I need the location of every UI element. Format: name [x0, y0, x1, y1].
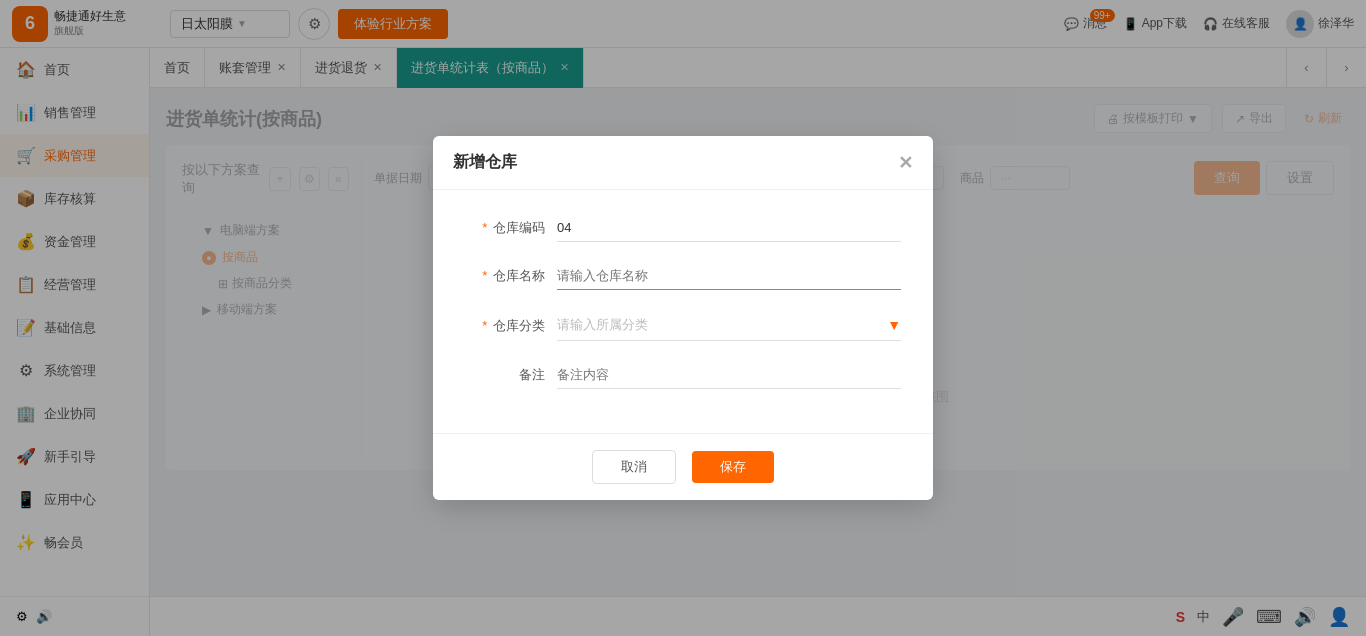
remark-input[interactable]	[557, 361, 901, 389]
form-row-category: * 仓库分类 请输入所属分类 ▼	[465, 310, 901, 341]
new-warehouse-modal: 新增仓库 ✕ * 仓库编码 * 仓库名称	[433, 136, 933, 500]
modal-title: 新增仓库	[453, 152, 517, 173]
category-placeholder: 请输入所属分类	[557, 316, 887, 334]
required-star-category: *	[482, 318, 487, 333]
required-star-code: *	[482, 220, 487, 235]
modal-header: 新增仓库 ✕	[433, 136, 933, 190]
code-label: * 仓库编码	[465, 219, 545, 237]
form-row-code: * 仓库编码	[465, 214, 901, 242]
required-star-name: *	[482, 268, 487, 283]
form-row-remark: 备注	[465, 361, 901, 389]
modal-overlay: 新增仓库 ✕ * 仓库编码 * 仓库名称	[0, 0, 1366, 636]
cancel-button[interactable]: 取消	[592, 450, 676, 484]
form-row-name: * 仓库名称	[465, 262, 901, 290]
remark-label: 备注	[465, 366, 545, 384]
warehouse-code-input[interactable]	[557, 214, 901, 242]
name-label: * 仓库名称	[465, 267, 545, 285]
warehouse-category-select[interactable]: 请输入所属分类 ▼	[557, 310, 901, 341]
warehouse-name-input[interactable]	[557, 262, 901, 290]
modal-close-button[interactable]: ✕	[898, 154, 913, 172]
modal-footer: 取消 保存	[433, 433, 933, 500]
modal-body: * 仓库编码 * 仓库名称 * 仓库分类 请输入所属	[433, 190, 933, 433]
category-label: * 仓库分类	[465, 317, 545, 335]
save-button[interactable]: 保存	[692, 451, 774, 483]
category-dropdown-icon: ▼	[887, 317, 901, 333]
